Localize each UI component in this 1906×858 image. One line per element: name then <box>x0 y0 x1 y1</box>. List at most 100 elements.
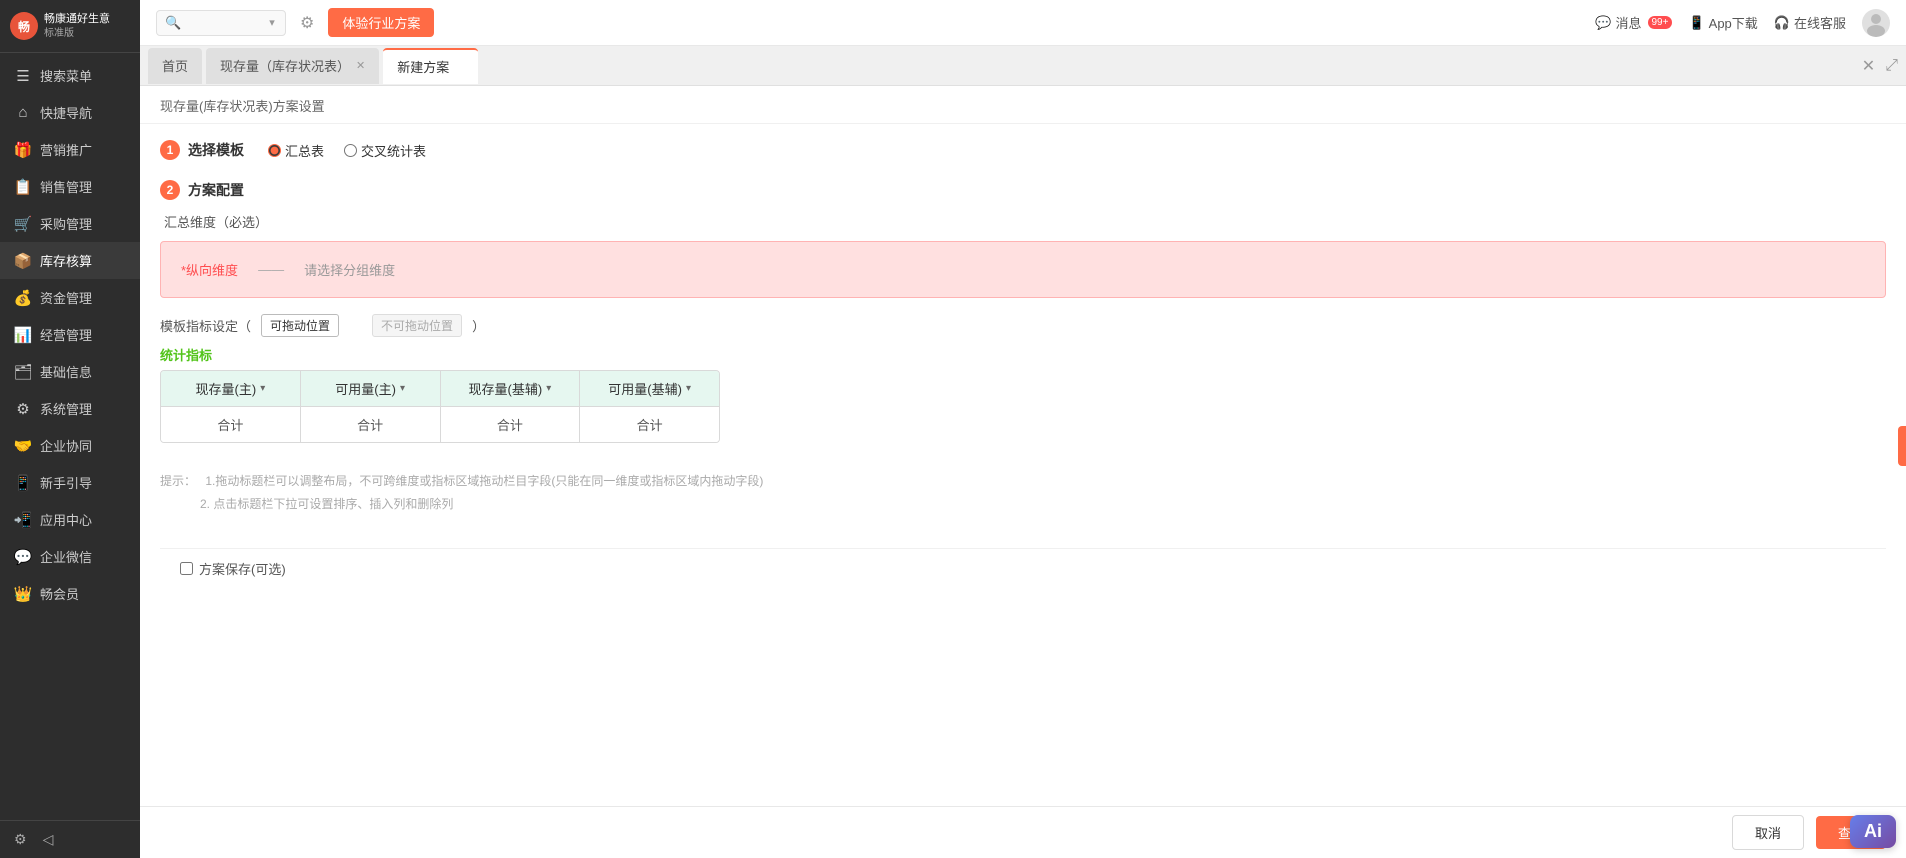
chevron-down-icon-0: ▾ <box>260 383 265 394</box>
tabs-bar: 首页 现存量（库存状况表） ✕ 新建方案 ✕ ✕ ⤢ <box>140 46 1906 86</box>
sidebar-item-system[interactable]: ⚙ 系统管理 <box>0 390 140 427</box>
sidebar-item-marketing[interactable]: 🎁 营销推广 <box>0 131 140 168</box>
cell-3: 合计 <box>580 407 719 442</box>
col-header-1[interactable]: 可用量(主) ▾ <box>301 371 441 406</box>
tip-2: 2. 点击标题栏下拉可设置排序、插入列和删除列 <box>160 495 1886 514</box>
inventory-icon: 📦 <box>14 252 32 270</box>
online-service-item[interactable]: 🎧 在线客服 <box>1774 13 1846 32</box>
page-title: 现存量(库存状况表)方案设置 <box>160 99 325 114</box>
sales-icon: 📋 <box>14 178 32 196</box>
tip-prefix: 提示： 1.拖动标题栏可以调整布局，不可跨维度或指标区域拖动栏目字段(只能在同一… <box>160 472 1886 491</box>
sidebar-footer: ⚙ ◁ <box>0 820 140 858</box>
search-menu-icon: ☰ <box>14 67 32 85</box>
indicators-section: 模板指标设定（ 可拖动位置 不可拖动位置 ） <box>160 314 1886 337</box>
col-header-3[interactable]: 可用量(基辅) ▾ <box>580 371 719 406</box>
sidebar: 畅 畅康通好生意 标准版 ☰ 搜索菜单 ⌂ 快捷导航 🎁 营销推广 📋 销售管理… <box>0 0 140 858</box>
operations-icon: 📊 <box>14 326 32 344</box>
section-config: 2 方案配置 汇总维度（必选） *纵向维度 —— 请选择分组维度 模板指标设定（ <box>160 180 1886 528</box>
tab-home[interactable]: 首页 <box>148 48 202 84</box>
basic-info-icon: 🗂 <box>14 363 32 381</box>
main-area: 🔍 ▾ ⚙ 体验行业方案 💬 消息 99+ 📱 App下载 🎧 在线客服 <box>140 0 1906 858</box>
search-input[interactable] <box>185 16 265 30</box>
aggregate-label: 汇总维度（必选） <box>160 212 1886 231</box>
sidebar-item-sales[interactable]: 📋 销售管理 <box>0 168 140 205</box>
sidebar-item-basic-info[interactable]: 🗂 基础信息 <box>0 353 140 390</box>
enterprise-icon: 🤝 <box>14 437 32 455</box>
system-icon: ⚙ <box>14 400 32 418</box>
app-download-item[interactable]: 📱 App下载 <box>1688 13 1757 32</box>
section1-title: 选择模板 <box>188 140 244 160</box>
sidebar-item-operations[interactable]: 📊 经营管理 <box>0 316 140 353</box>
section1-header: 1 选择模板 汇总表 交叉统计表 <box>160 140 1886 160</box>
dimension-row[interactable]: *纵向维度 —— 请选择分组维度 <box>160 241 1886 298</box>
sidebar-item-member[interactable]: 👑 畅会员 <box>0 575 140 612</box>
logo-icon: 畅 <box>10 12 38 40</box>
ai-badge[interactable]: Ai <box>1850 815 1896 848</box>
col-header-0[interactable]: 现存量(主) ▾ <box>161 371 301 406</box>
dimension-placeholder: 请选择分组维度 <box>304 260 395 279</box>
radio-summary[interactable]: 汇总表 <box>268 141 324 160</box>
chevron-down-icon-2: ▾ <box>546 383 551 394</box>
cell-2: 合计 <box>441 407 581 442</box>
section2-num: 2 <box>160 180 180 200</box>
radio-cross[interactable]: 交叉统计表 <box>344 141 426 160</box>
dimension-separator: —— <box>258 262 284 277</box>
save-checkbox[interactable] <box>180 562 193 575</box>
sidebar-item-enterprise-wx[interactable]: 💬 企业微信 <box>0 538 140 575</box>
section2-title: 方案配置 <box>188 180 244 200</box>
resize-handle[interactable] <box>1898 426 1906 466</box>
search-box[interactable]: 🔍 ▾ <box>156 10 286 36</box>
col-header-2[interactable]: 现存量(基辅) ▾ <box>441 371 581 406</box>
user-avatar[interactable] <box>1862 9 1890 37</box>
sidebar-item-purchase[interactable]: 🛒 采购管理 <box>0 205 140 242</box>
search-dropdown-icon[interactable]: ▾ <box>269 16 275 29</box>
section2-header: 2 方案配置 <box>160 180 1886 200</box>
not-draggable-tag: 不可拖动位置 <box>372 314 462 337</box>
trial-btn[interactable]: 体验行业方案 <box>328 8 434 37</box>
draggable-tag: 可拖动位置 <box>261 314 339 337</box>
template-radio-group: 汇总表 交叉统计表 <box>268 141 426 160</box>
sidebar-item-finance[interactable]: 💰 资金管理 <box>0 279 140 316</box>
radio-summary-input[interactable] <box>268 144 281 157</box>
app-logo: 畅 畅康通好生意 标准版 <box>0 0 140 53</box>
table-header: 现存量(主) ▾ 可用量(主) ▾ 现存量(基辅) ▾ 可用量(基辅) <box>161 371 719 406</box>
messages-icon: 💬 <box>1595 15 1611 31</box>
tab-new-plan[interactable]: 新建方案 ✕ <box>383 48 478 84</box>
messages-badge: 99+ <box>1648 16 1673 29</box>
quick-nav-icon: ⌂ <box>14 104 32 122</box>
sidebar-item-quick-nav[interactable]: ⌂ 快捷导航 <box>0 94 140 131</box>
tab-new-plan-close[interactable]: ✕ <box>455 60 464 73</box>
save-label: 方案保存(可选) <box>199 559 286 578</box>
content-area: 现存量(库存状况表)方案设置 1 选择模板 汇总表 交叉统计表 <box>140 86 1906 806</box>
enterprise-wx-icon: 💬 <box>14 548 32 566</box>
close-window-btn[interactable]: ✕ <box>1862 56 1875 76</box>
sidebar-item-new-guide[interactable]: 📱 新手引导 <box>0 464 140 501</box>
expand-window-btn[interactable]: ⤢ <box>1885 57 1898 75</box>
app-edition: 标准版 <box>44 27 110 40</box>
tab-inventory-status[interactable]: 现存量（库存状况表） ✕ <box>206 48 379 84</box>
footer-sound-icon[interactable]: ◁ <box>43 831 54 848</box>
tab-inventory-status-close[interactable]: ✕ <box>356 59 365 72</box>
new-guide-icon: 📱 <box>14 474 32 492</box>
data-table: 现存量(主) ▾ 可用量(主) ▾ 现存量(基辅) ▾ 可用量(基辅) <box>160 370 720 443</box>
sidebar-item-search-menu[interactable]: ☰ 搜索菜单 <box>0 57 140 94</box>
sidebar-item-app-center[interactable]: 📲 应用中心 <box>0 501 140 538</box>
member-icon: 👑 <box>14 585 32 603</box>
cell-1: 合计 <box>301 407 441 442</box>
cancel-button[interactable]: 取消 <box>1732 815 1804 850</box>
cell-0: 合计 <box>161 407 301 442</box>
app-download-icon: 📱 <box>1688 15 1704 31</box>
save-option: 方案保存(可选) <box>160 548 1886 588</box>
settings-icon[interactable]: ⚙ <box>300 13 314 33</box>
radio-cross-input[interactable] <box>344 144 357 157</box>
tips-section: 提示： 1.拖动标题栏可以调整布局，不可跨维度或指标区域拖动栏目字段(只能在同一… <box>160 462 1886 528</box>
sidebar-nav: ☰ 搜索菜单 ⌂ 快捷导航 🎁 营销推广 📋 销售管理 🛒 采购管理 📦 库存核… <box>0 53 140 820</box>
sidebar-item-inventory[interactable]: 📦 库存核算 <box>0 242 140 279</box>
messages-item[interactable]: 💬 消息 99+ <box>1595 13 1672 32</box>
topbar-right: 💬 消息 99+ 📱 App下载 🎧 在线客服 <box>1595 9 1890 37</box>
headset-icon: 🎧 <box>1774 15 1790 31</box>
app-center-icon: 📲 <box>14 511 32 529</box>
footer-settings-icon[interactable]: ⚙ <box>14 831 27 848</box>
sidebar-item-enterprise[interactable]: 🤝 企业协同 <box>0 427 140 464</box>
topbar: 🔍 ▾ ⚙ 体验行业方案 💬 消息 99+ 📱 App下载 🎧 在线客服 <box>140 0 1906 46</box>
